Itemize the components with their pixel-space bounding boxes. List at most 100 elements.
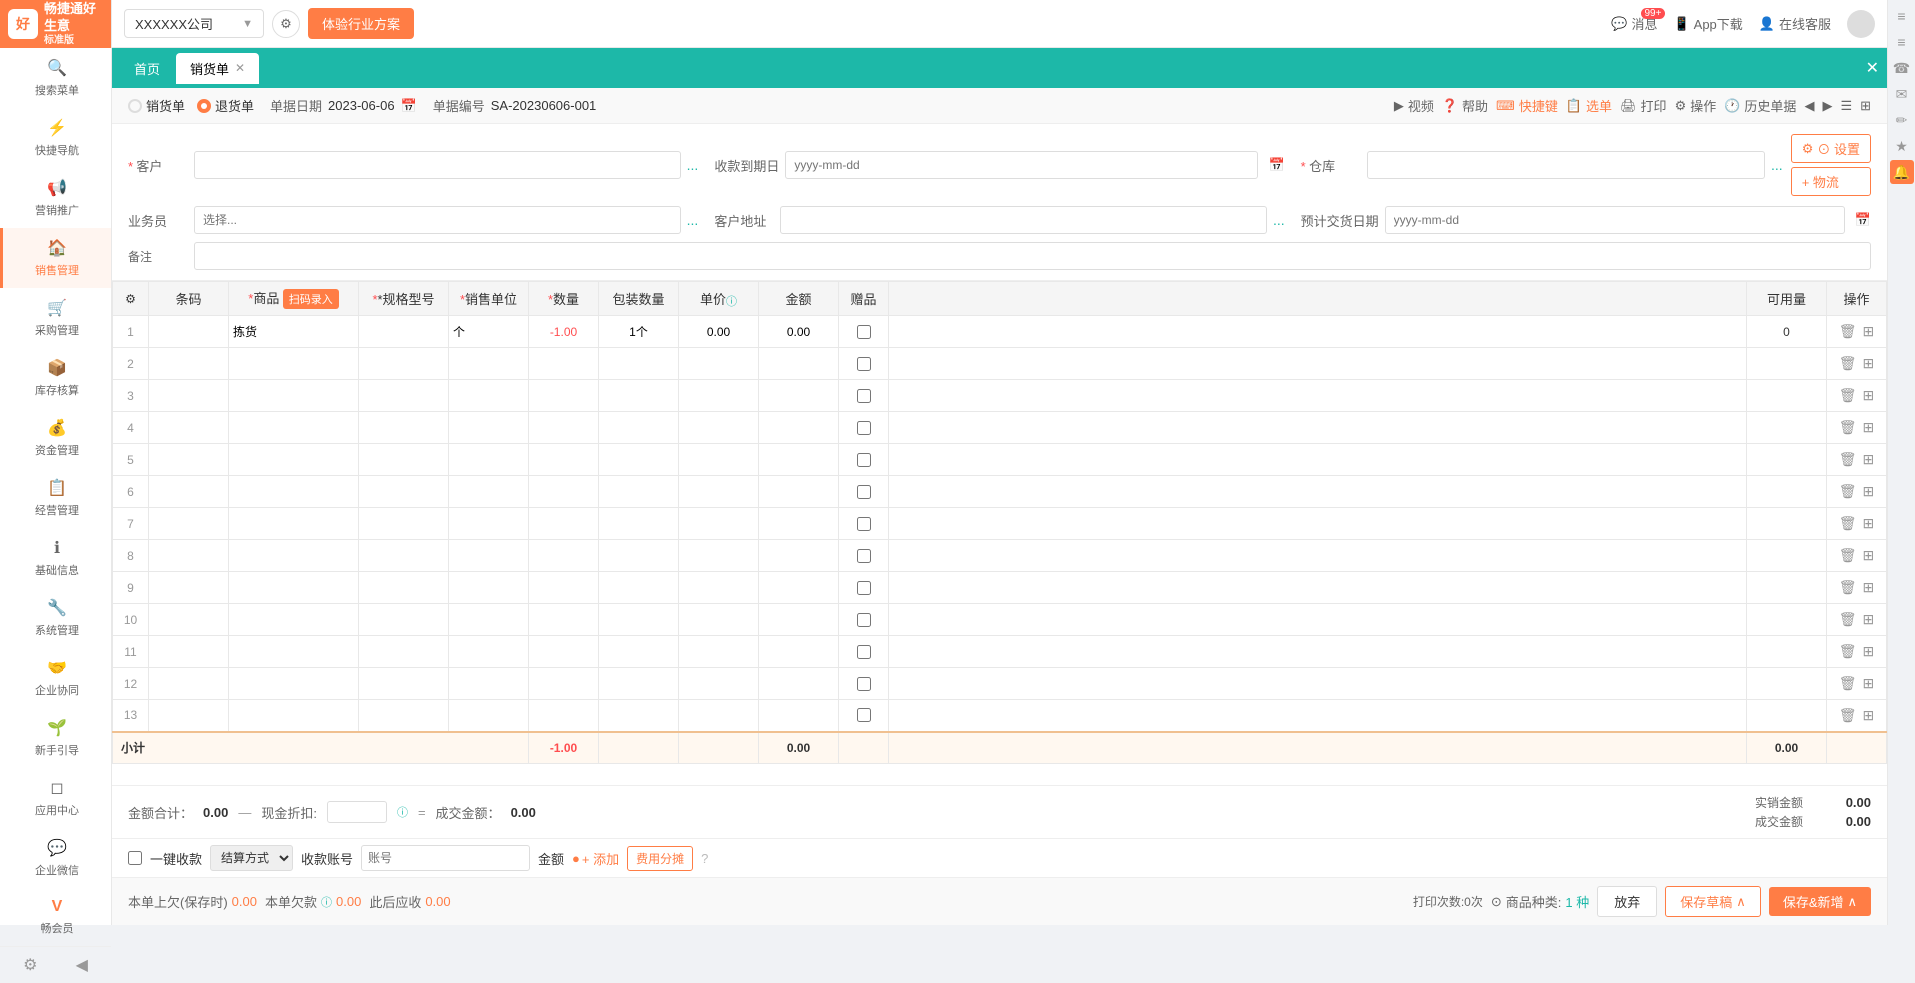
messages-btn[interactable]: 💬 消息 99+: [1611, 14, 1657, 33]
shortcut-btn[interactable]: ⌨ 快捷键: [1496, 96, 1558, 115]
sidebar-item-guide[interactable]: 🌱 新手引导: [0, 708, 111, 768]
abandon-btn[interactable]: 放弃: [1597, 886, 1657, 917]
th-settings[interactable]: ⚙: [113, 282, 149, 316]
logistics-btn[interactable]: + 物流: [1791, 167, 1871, 196]
copy-row-btn[interactable]: ⊞: [1863, 515, 1875, 532]
cell-qty-4[interactable]: [529, 412, 599, 444]
cell-product-7[interactable]: [229, 508, 359, 540]
expected-date-input[interactable]: [1385, 206, 1845, 234]
cell-price-13[interactable]: [679, 700, 759, 732]
cell-unit-12[interactable]: [449, 668, 529, 700]
sidebar-item-wechat[interactable]: 💬 企业微信: [0, 828, 111, 888]
warehouse-ellipsis[interactable]: ...: [1771, 157, 1783, 173]
right-panel-btn-4[interactable]: ✉: [1890, 82, 1914, 106]
delete-row-btn[interactable]: 🗑: [1839, 451, 1857, 468]
cell-gift-9[interactable]: [839, 572, 889, 604]
cell-packqty-11[interactable]: [599, 636, 679, 668]
expense-split-btn[interactable]: 费用分摊: [627, 846, 693, 871]
cell-spec-5[interactable]: [359, 444, 449, 476]
tab-sale-order[interactable]: 销货单 ✕: [176, 53, 259, 84]
payment-method-select[interactable]: 结算方式: [210, 845, 293, 871]
cell-amount-10[interactable]: [759, 604, 839, 636]
customer-addr-input[interactable]: [780, 206, 1267, 234]
app-download-btn[interactable]: 📱 App下载: [1673, 14, 1742, 33]
cell-product-13[interactable]: [229, 700, 359, 732]
cell-unit-2[interactable]: [449, 348, 529, 380]
one-click-pay-checkbox[interactable]: [128, 851, 142, 865]
cell-spec-7[interactable]: [359, 508, 449, 540]
cell-unit-5[interactable]: [449, 444, 529, 476]
cell-amount-6[interactable]: [759, 476, 839, 508]
cell-gift-7[interactable]: [839, 508, 889, 540]
due-date-calendar-icon[interactable]: 📅: [1268, 157, 1284, 173]
copy-row-btn[interactable]: ⊞: [1863, 451, 1875, 468]
cell-amount-8[interactable]: [759, 540, 839, 572]
copy-row-btn[interactable]: ⊞: [1863, 419, 1875, 436]
copy-row-btn[interactable]: ⊞: [1863, 579, 1875, 596]
sidebar-item-management[interactable]: 📋 经营管理: [0, 468, 111, 528]
copy-row-btn[interactable]: ⊞: [1863, 547, 1875, 564]
sidebar-item-search[interactable]: 🔍 搜索菜单: [0, 48, 111, 108]
cell-price-9[interactable]: [679, 572, 759, 604]
payment-help-icon[interactable]: ?: [701, 851, 708, 866]
cell-product-3[interactable]: [229, 380, 359, 412]
cell-barcode-4[interactable]: [149, 412, 229, 444]
cell-amount-7[interactable]: [759, 508, 839, 540]
sidebar-settings-btn[interactable]: ⚙: [23, 955, 37, 975]
delete-row-btn[interactable]: 🗑: [1839, 547, 1857, 564]
cell-unit-1[interactable]: [449, 316, 529, 348]
cell-barcode-10[interactable]: [149, 604, 229, 636]
cell-gift-10[interactable]: [839, 604, 889, 636]
scan-btn[interactable]: 扫码录入: [283, 289, 339, 309]
ops-btn[interactable]: ⚙ 操作: [1675, 96, 1717, 115]
add-payment-btn[interactable]: ● + 添加: [572, 849, 619, 868]
expected-date-calendar-icon[interactable]: 📅: [1855, 212, 1871, 228]
delete-row-btn[interactable]: 🗑: [1839, 323, 1857, 340]
cell-spec-13[interactable]: [359, 700, 449, 732]
cell-barcode-8[interactable]: [149, 540, 229, 572]
cell-price-10[interactable]: [679, 604, 759, 636]
avatar[interactable]: [1847, 10, 1875, 38]
cell-packqty-12[interactable]: [599, 668, 679, 700]
cell-spec-1[interactable]: [359, 316, 449, 348]
cell-product-6[interactable]: [229, 476, 359, 508]
cell-qty-5[interactable]: [529, 444, 599, 476]
account-input[interactable]: [361, 845, 530, 871]
right-panel-btn-1[interactable]: ≡: [1890, 4, 1914, 28]
discount-input[interactable]: [327, 801, 387, 823]
cell-amount-9[interactable]: [759, 572, 839, 604]
product-type-link[interactable]: 1 种: [1565, 892, 1589, 911]
cell-packqty-7[interactable]: [599, 508, 679, 540]
copy-row-btn[interactable]: ⊞: [1863, 675, 1875, 692]
sidebar-item-system[interactable]: 🔧 系统管理: [0, 588, 111, 648]
tab-home[interactable]: 首页: [120, 53, 174, 84]
delete-row-btn[interactable]: 🗑: [1839, 355, 1857, 372]
cell-barcode-1[interactable]: [149, 316, 229, 348]
delete-row-btn[interactable]: 🗑: [1839, 419, 1857, 436]
cell-qty-11[interactable]: [529, 636, 599, 668]
sidebar-item-inventory[interactable]: 📦 库存核算: [0, 348, 111, 408]
delete-row-btn[interactable]: 🗑: [1839, 387, 1857, 404]
copy-row-btn[interactable]: ⊞: [1863, 483, 1875, 500]
sidebar-item-member[interactable]: V 畅会员: [0, 888, 111, 946]
company-selector[interactable]: XXXXXX公司 ▼: [124, 9, 264, 38]
cell-packqty-1[interactable]: [599, 316, 679, 348]
cell-packqty-5[interactable]: [599, 444, 679, 476]
customer-input[interactable]: [194, 151, 681, 179]
cell-unit-6[interactable]: [449, 476, 529, 508]
cell-qty-1[interactable]: [529, 316, 599, 348]
delete-row-btn[interactable]: 🗑: [1839, 643, 1857, 660]
cell-qty-8[interactable]: [529, 540, 599, 572]
cell-spec-9[interactable]: [359, 572, 449, 604]
sidebar-item-finance[interactable]: 💰 资金管理: [0, 408, 111, 468]
sidebar-item-sales[interactable]: 🏠 销售管理: [0, 228, 111, 288]
online-service-btn[interactable]: 👤 在线客服: [1759, 14, 1831, 33]
right-panel-btn-3[interactable]: ☎: [1890, 56, 1914, 80]
delete-row-btn[interactable]: 🗑: [1839, 611, 1857, 628]
cell-amount-11[interactable]: [759, 636, 839, 668]
cell-price-4[interactable]: [679, 412, 759, 444]
cell-gift-3[interactable]: [839, 380, 889, 412]
cell-gift-12[interactable]: [839, 668, 889, 700]
copy-row-btn[interactable]: ⊞: [1863, 611, 1875, 628]
copy-row-btn[interactable]: ⊞: [1863, 643, 1875, 660]
